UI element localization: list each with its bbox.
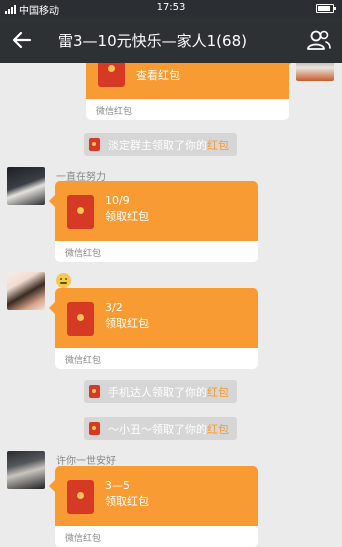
red-packet-footer: 微信红包 xyxy=(55,241,258,262)
notice-keyword[interactable]: 红包 xyxy=(207,137,229,153)
red-packet-text: 查看红包 xyxy=(136,69,180,82)
red-packet-body[interactable]: 查看红包 xyxy=(86,63,295,99)
sender-avatar[interactable] xyxy=(7,167,45,205)
red-packet-body[interactable]: 10/9 领取红包 xyxy=(49,181,258,241)
notice-keyword[interactable]: 红包 xyxy=(207,421,229,437)
notice-action: 领取了你的 xyxy=(152,422,207,436)
back-arrow-icon[interactable] xyxy=(10,28,34,52)
red-packet-mini-icon xyxy=(89,138,100,151)
red-packet-message[interactable]: 3/2 领取红包 微信红包 xyxy=(49,288,258,369)
red-packet-body[interactable]: 3/2 领取红包 xyxy=(49,288,258,348)
sender-nickname: 许你一世安好 xyxy=(56,456,116,467)
red-envelope-icon xyxy=(67,480,94,514)
red-packet-amount: 3—5 xyxy=(105,479,130,492)
red-packet-action: 领取红包 xyxy=(105,210,149,223)
system-notice: ～小丑～ 领取了你的 红包 xyxy=(84,417,237,440)
chat-header: 雷3—10元快乐—家人1(68) xyxy=(0,17,342,63)
red-packet-text: 3—5 领取红包 xyxy=(105,478,149,510)
red-packet-action: 领取红包 xyxy=(105,495,149,508)
red-packet-footer: 微信红包 xyxy=(55,526,258,547)
notice-name: 手机达人 xyxy=(108,385,152,399)
notice-name: 淡定群主 xyxy=(108,138,152,152)
people-icon[interactable] xyxy=(306,28,332,52)
notice-action: 领取了你的 xyxy=(152,385,207,399)
system-notice: 淡定群主 领取了你的 红包 xyxy=(84,133,237,156)
red-envelope-icon xyxy=(67,195,94,229)
system-notice: 手机达人 领取了你的 红包 xyxy=(84,380,237,403)
battery-icon xyxy=(316,4,336,13)
red-packet-mini-icon xyxy=(89,385,100,398)
red-packet-amount: 10/9 xyxy=(105,194,130,207)
red-packet-amount: 3/2 xyxy=(105,301,123,314)
red-packet-text: 10/9 领取红包 xyxy=(105,193,149,225)
sender-avatar[interactable] xyxy=(7,272,45,310)
red-packet-mini-icon xyxy=(89,422,100,435)
notice-name: ～小丑～ xyxy=(108,422,152,436)
red-packet-action: 领取红包 xyxy=(105,317,149,330)
notice-keyword[interactable]: 红包 xyxy=(207,384,229,400)
red-packet-body[interactable]: 3—5 领取红包 xyxy=(49,466,258,526)
status-time: 17:53 xyxy=(156,2,186,13)
red-envelope-icon xyxy=(98,63,125,87)
notice-action: 领取了你的 xyxy=(152,138,207,152)
red-packet-text: 3/2 领取红包 xyxy=(105,300,149,332)
red-packet-message[interactable]: 查看红包 微信红包 xyxy=(86,63,295,120)
my-avatar[interactable] xyxy=(296,63,334,81)
chat-messages[interactable]: 查看红包 微信红包 淡定群主 领取了你的 红包 一直在努力 10/9 领取红包 微信… xyxy=(0,63,342,547)
red-packet-message[interactable]: 10/9 领取红包 微信红包 xyxy=(49,181,258,262)
red-packet-message[interactable]: 3—5 领取红包 微信红包 xyxy=(49,466,258,547)
status-bar: 中国移动 17:53 xyxy=(0,0,342,17)
red-envelope-icon xyxy=(67,302,94,336)
sender-avatar[interactable] xyxy=(7,451,45,489)
red-packet-footer: 微信红包 xyxy=(86,99,289,120)
chat-title: 雷3—10元快乐—家人1(68) xyxy=(58,32,247,50)
thinking-emoji-icon xyxy=(56,273,71,288)
red-packet-footer: 微信红包 xyxy=(55,348,258,369)
